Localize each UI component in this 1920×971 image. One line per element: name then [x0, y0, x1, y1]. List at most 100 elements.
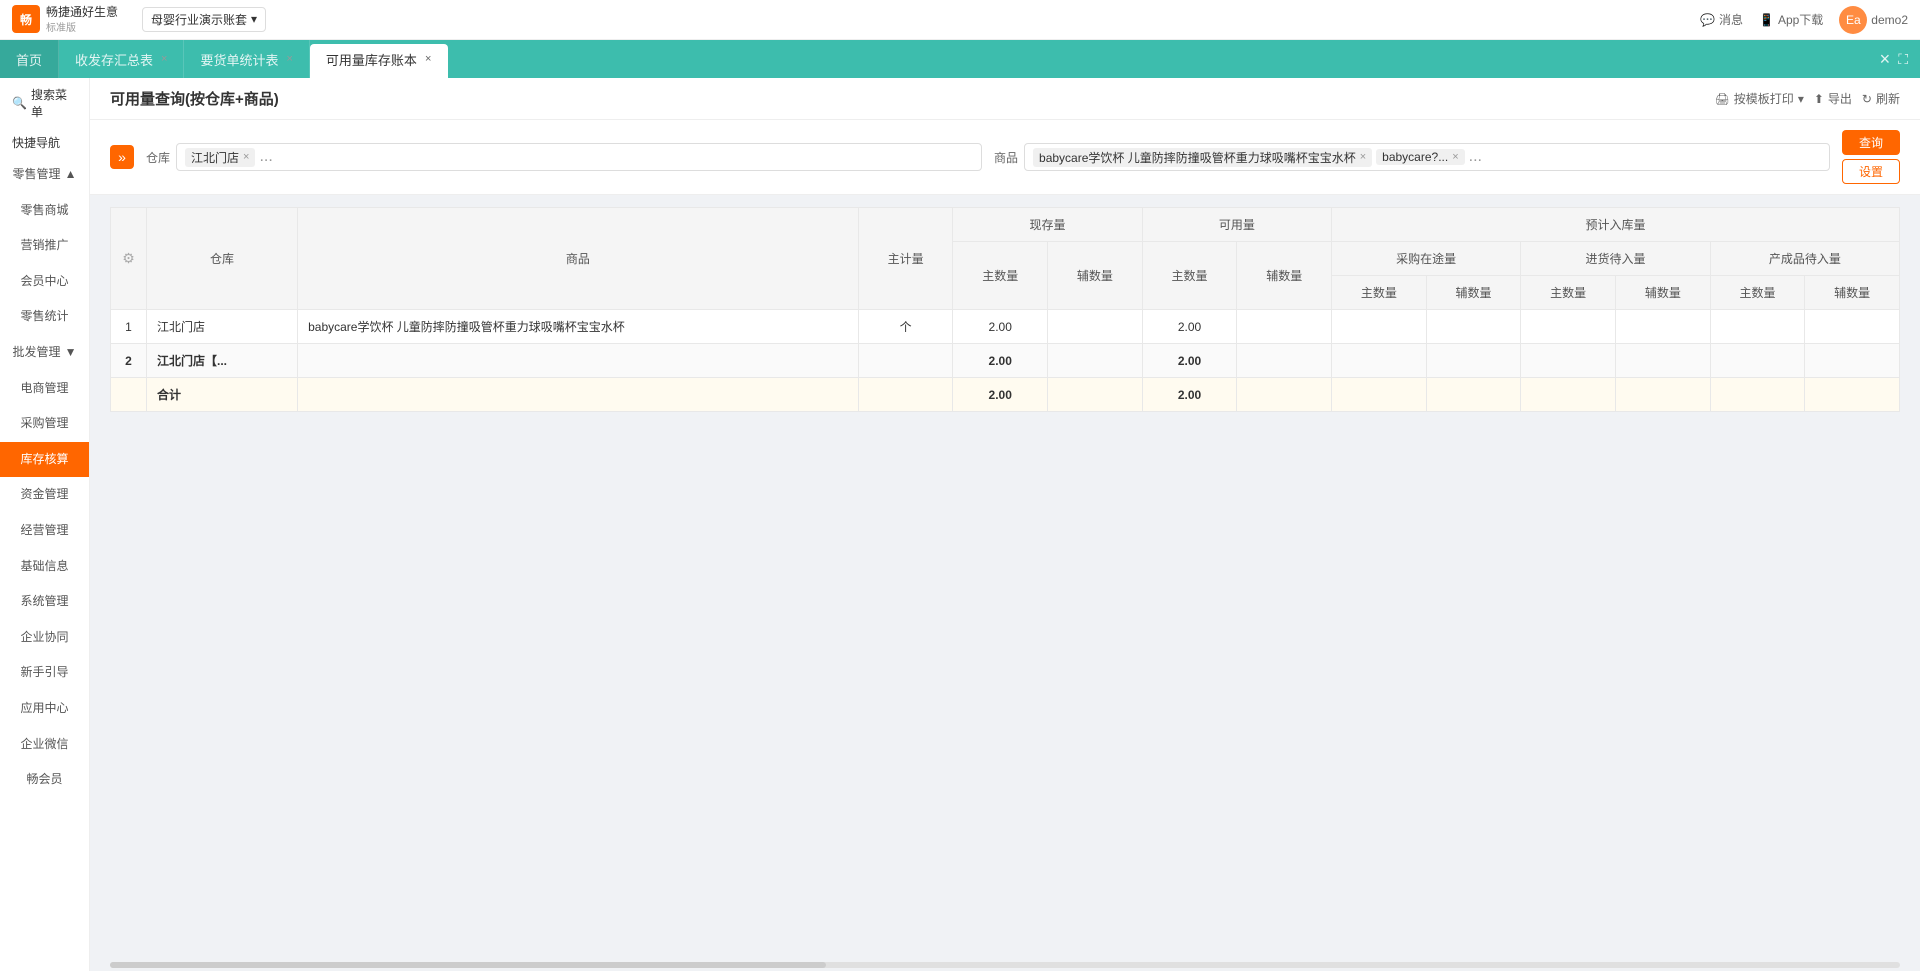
table-header-planned-in: 预计入库量	[1332, 208, 1900, 242]
total-avail-aux	[1237, 378, 1332, 412]
row-1-avail-aux	[1237, 310, 1332, 344]
sidebar-item-wechat[interactable]: 企业微信	[0, 727, 89, 763]
sidebar-item-ecommerce[interactable]: 电商管理	[0, 371, 89, 407]
row-1-unit: 个	[858, 310, 953, 344]
horizontal-scrollbar[interactable]	[90, 959, 1920, 971]
row-1-current-aux	[1048, 310, 1143, 344]
product-tag-2-close[interactable]: ×	[1452, 151, 1458, 163]
filter-expand-button[interactable]: »	[110, 145, 134, 169]
product-filter-group: 商品 babycare学饮杯 儿童防摔防撞吸管杯重力球吸嘴杯宝宝水杯 × bab…	[994, 143, 1830, 171]
tab-summary[interactable]: 收发存汇总表 ×	[59, 40, 184, 78]
sidebar-item-appcenter[interactable]: 应用中心	[0, 691, 89, 727]
sidebar-item-wholesale[interactable]: 批发管理 ▼	[0, 335, 89, 371]
sidebar-quick-nav[interactable]: 快捷导航	[0, 128, 89, 157]
tab-home[interactable]: 首页	[0, 40, 59, 78]
total-incoming-aux	[1616, 378, 1711, 412]
product-filter-tags[interactable]: babycare学饮杯 儿童防摔防撞吸管杯重力球吸嘴杯宝宝水杯 × babyca…	[1024, 143, 1830, 171]
table-header-available: 可用量	[1142, 208, 1331, 242]
app-download-button[interactable]: 📱 App下载	[1759, 11, 1823, 28]
tab-order[interactable]: 要货单统计表 ×	[184, 40, 309, 78]
product-tag-1: babycare学饮杯 儿童防摔防撞吸管杯重力球吸嘴杯宝宝水杯 ×	[1033, 148, 1372, 167]
summary-avail-main: 2.00	[1142, 344, 1237, 378]
row-1-product: babycare学饮杯 儿童防摔防撞吸管杯重力球吸嘴杯宝宝水杯	[298, 310, 859, 344]
sidebar-item-retail-stats[interactable]: 零售统计	[0, 299, 89, 335]
tab-available-close[interactable]: ×	[425, 53, 431, 65]
warehouse-filter-more[interactable]: ...	[259, 148, 272, 166]
sidebar-operations-label: 经营管理	[20, 523, 68, 537]
product-tag-1-close[interactable]: ×	[1360, 151, 1366, 163]
row-1-production-aux	[1805, 310, 1900, 344]
sidebar-item-system[interactable]: 系统管理	[0, 584, 89, 620]
filter-action-buttons: 查询 设置	[1842, 130, 1900, 184]
sidebar-retail-shop-label: 零售商城	[20, 203, 68, 217]
message-button[interactable]: 💬 消息	[1700, 11, 1743, 28]
summary-num: 2	[111, 344, 147, 378]
sidebar-basics-label: 基础信息	[20, 559, 68, 573]
table-header-production-main: 主数量	[1710, 276, 1805, 310]
refresh-button[interactable]: ↻ 刷新	[1862, 90, 1900, 107]
export-label: 导出	[1828, 90, 1852, 107]
top-bar-right: 💬 消息 📱 App下载 Ea demo2	[1700, 6, 1908, 34]
close-all-tabs-button[interactable]: ×	[1880, 50, 1891, 68]
total-avail-main: 2.00	[1142, 378, 1237, 412]
table-header-incoming-aux: 辅数量	[1616, 276, 1711, 310]
tab-order-close[interactable]: ×	[286, 53, 292, 65]
row-1-avail-main: 2.00	[1142, 310, 1237, 344]
expand-window-button[interactable]: ⛶	[1898, 51, 1908, 68]
warehouse-tag-close[interactable]: ×	[243, 151, 249, 163]
sidebar-member-label: 会员中心	[20, 274, 68, 288]
settings-button[interactable]: 设置	[1842, 159, 1900, 184]
sidebar-search[interactable]: 🔍 搜索菜单	[0, 78, 89, 128]
message-icon: 💬	[1700, 13, 1715, 27]
sidebar-item-operations[interactable]: 经营管理	[0, 513, 89, 549]
table-header-purchase-transit: 采购在途量	[1332, 242, 1521, 276]
sidebar-item-marketing[interactable]: 营销推广	[0, 228, 89, 264]
store-selector[interactable]: 母婴行业演示账套 ▾	[142, 7, 266, 32]
top-bar-left: 畅 畅捷通好生意 标准版 母婴行业演示账套 ▾	[12, 5, 266, 34]
sidebar-appcenter-label: 应用中心	[20, 701, 68, 715]
total-production-aux	[1805, 378, 1900, 412]
tab-available[interactable]: 可用量库存账本 ×	[310, 44, 448, 78]
summary-current-main: 2.00	[953, 344, 1048, 378]
download-label: App下载	[1778, 11, 1823, 28]
sidebar-item-inventory[interactable]: 库存核算	[0, 442, 89, 478]
sidebar-marketing-label: 营销推广	[20, 238, 68, 252]
sidebar-item-member[interactable]: 会员中心	[0, 264, 89, 300]
template-print-button[interactable]: 🖨 按模板打印 ▾	[1715, 90, 1804, 107]
table-area: ⚙ 仓库 商品 主计量 现存量 可用量 预计入库量 主数量 辅数量 主数量 辅数…	[90, 195, 1920, 959]
sidebar-item-finance[interactable]: 资金管理	[0, 477, 89, 513]
product-tag-text: babycare学饮杯 儿童防摔防撞吸管杯重力球吸嘴杯宝宝水杯	[1039, 149, 1356, 166]
sidebar-item-retail-shop[interactable]: 零售商城	[0, 193, 89, 229]
sidebar-item-purchase[interactable]: 采购管理	[0, 406, 89, 442]
product-filter-more[interactable]: ...	[1469, 148, 1482, 166]
scroll-thumb[interactable]	[110, 962, 826, 968]
warehouse-filter-tags[interactable]: 江北门店 × ...	[176, 143, 982, 171]
table-settings-col: ⚙	[111, 208, 147, 310]
total-incoming-main	[1521, 378, 1616, 412]
sidebar-ecommerce-label: 电商管理	[20, 381, 68, 395]
brand-logo: 畅 畅捷通好生意 标准版	[12, 5, 118, 34]
user-profile[interactable]: Ea demo2	[1839, 6, 1908, 34]
query-button[interactable]: 查询	[1842, 130, 1900, 155]
main-layout: 🔍 搜索菜单 快捷导航 零售管理 ▲ 零售商城 营销推广 会员中心 零售统计 批…	[0, 78, 1920, 971]
scroll-track	[110, 962, 1900, 968]
page-header: 可用量查询(按仓库+商品) 🖨 按模板打印 ▾ ⬆ 导出 ↻ 刷新	[90, 78, 1920, 120]
tab-summary-close[interactable]: ×	[161, 53, 167, 65]
page-actions: 🖨 按模板打印 ▾ ⬆ 导出 ↻ 刷新	[1715, 90, 1900, 107]
export-button[interactable]: ⬆ 导出	[1814, 90, 1852, 107]
sidebar-item-newguide[interactable]: 新手引导	[0, 655, 89, 691]
sidebar-item-retail-mgmt[interactable]: 零售管理 ▲	[0, 157, 89, 193]
sidebar-item-member2[interactable]: 畅会员	[0, 762, 89, 798]
row-1-current-main: 2.00	[953, 310, 1048, 344]
row-1-production-main	[1710, 310, 1805, 344]
sidebar-item-basics[interactable]: 基础信息	[0, 549, 89, 585]
avatar: Ea	[1839, 6, 1867, 34]
sidebar-item-enterprise[interactable]: 企业协同	[0, 620, 89, 656]
total-production-main	[1710, 378, 1805, 412]
refresh-icon: ↻	[1862, 92, 1872, 106]
sidebar-member2-label: 畅会员	[26, 772, 62, 786]
table-settings-icon[interactable]: ⚙	[122, 250, 135, 266]
total-purchase-aux	[1426, 378, 1521, 412]
store-name: 母婴行业演示账套	[151, 11, 247, 28]
nav-tabs: 首页 收发存汇总表 × 要货单统计表 × 可用量库存账本 × × ⛶	[0, 40, 1920, 78]
